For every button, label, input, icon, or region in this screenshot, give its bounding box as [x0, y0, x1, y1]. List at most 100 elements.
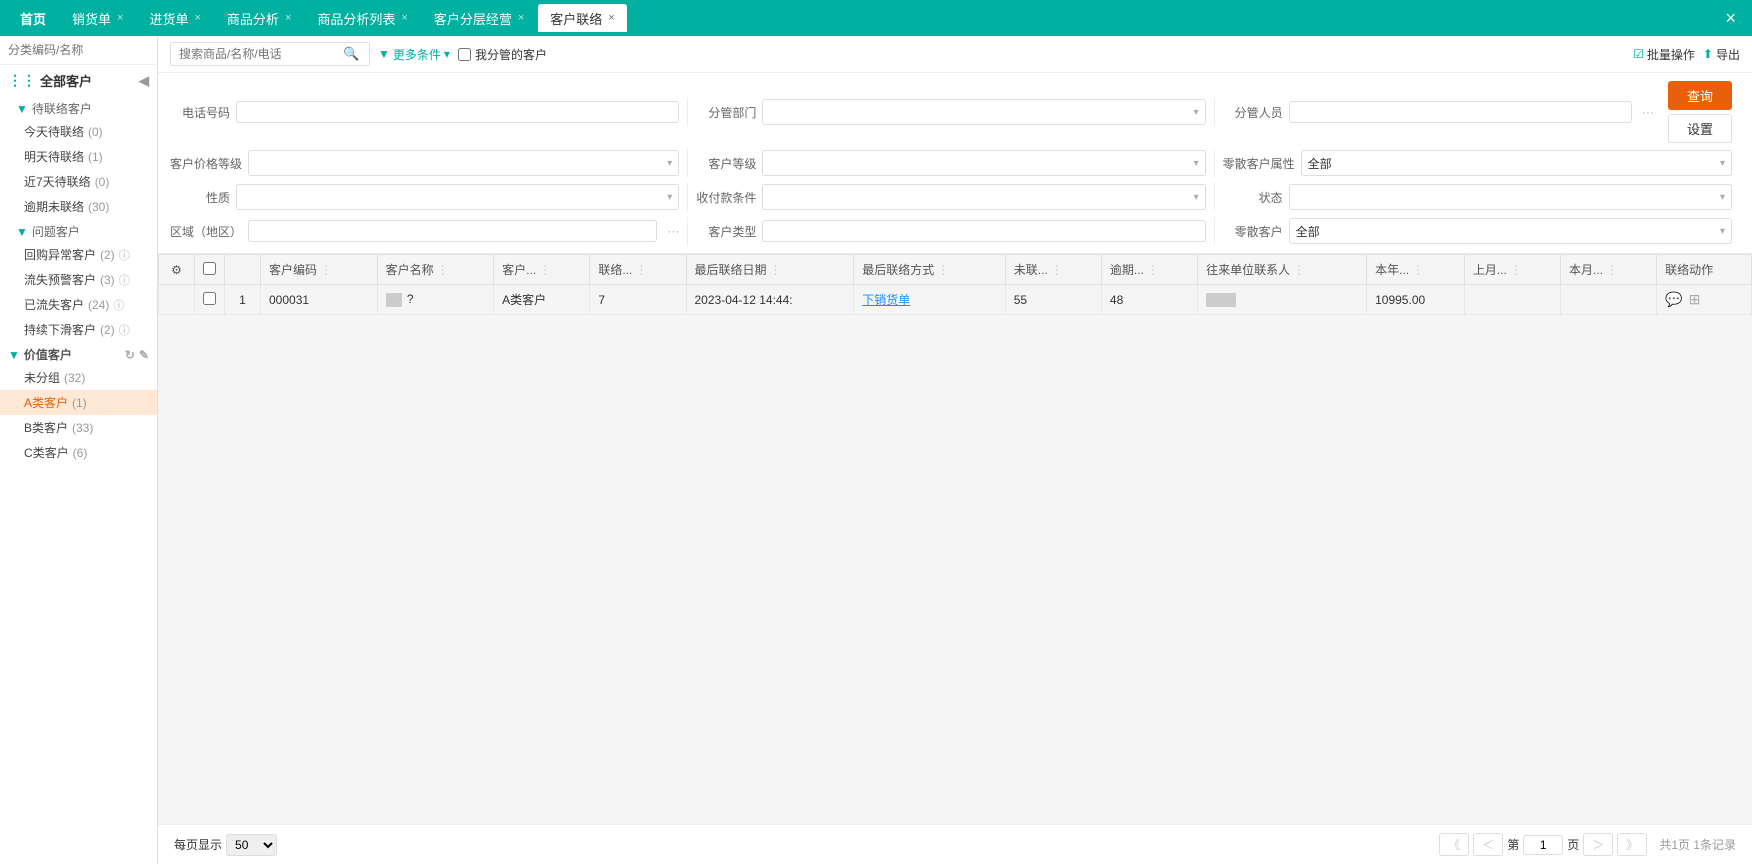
export-btn[interactable]: ⬆ 导出	[1703, 46, 1740, 63]
sidebar-item-c-class[interactable]: C类客户 (6)	[0, 440, 157, 465]
nav-tab-customer-contact[interactable]: 客户联络 ×	[538, 4, 626, 32]
sidebar-collapse-btn[interactable]: ◀	[139, 73, 149, 89]
nav-tab-sales-close[interactable]: ×	[117, 12, 123, 24]
th-contact[interactable]: 联络... ⋮	[590, 255, 686, 285]
nav-tab-sales[interactable]: 销货单 ×	[60, 4, 135, 32]
my-customers-checkbox[interactable]	[458, 48, 471, 61]
sidebar-all-customers[interactable]: ⋮⋮ 全部客户 ◀	[0, 65, 157, 96]
nav-tab-purchase-close[interactable]: ×	[194, 12, 200, 24]
th-settings[interactable]: ⚙	[159, 255, 195, 285]
filter-input-phone[interactable]	[236, 101, 679, 123]
sidebar-item-declining[interactable]: 持续下滑客户 (2) ⓘ	[0, 317, 157, 342]
sidebar-item-today-pending[interactable]: 今天待联络 (0)	[0, 119, 157, 144]
td-last-method[interactable]: 下销货单	[854, 285, 1006, 315]
filter-select-retail-attr[interactable]: 全部 ▾	[1301, 150, 1732, 176]
sidebar-item-churn-warning[interactable]: 流失预警客户 (3) ⓘ	[0, 267, 157, 292]
filter-input-manager[interactable]	[1289, 101, 1632, 123]
chat-icon[interactable]: 💬	[1665, 291, 1682, 308]
th-category[interactable]: 客户... ⋮	[494, 255, 590, 285]
top-right-actions: ☑ 批量操作 ⬆ 导出	[1633, 46, 1740, 63]
th-unit-contact-resize[interactable]: ⋮	[1293, 263, 1305, 277]
filter-select-retail[interactable]: 全部 ▾	[1289, 218, 1732, 244]
sidebar-item-ungrouped[interactable]: 未分组 (32)	[0, 365, 157, 390]
th-code[interactable]: 客户编码 ⋮	[261, 255, 378, 285]
filter-more-btn[interactable]: ▼ 更多条件 ▾	[378, 46, 450, 63]
my-customers-checkbox-wrap[interactable]: 我分管的客户	[458, 46, 547, 63]
th-last-month[interactable]: 上月... ⋮	[1464, 255, 1560, 285]
sidebar-item-a-class[interactable]: A类客户 (1)	[0, 390, 157, 415]
region-dots-btn[interactable]: ···	[667, 224, 679, 238]
filter-input-region[interactable]	[248, 220, 657, 242]
nav-tab-customer-layer[interactable]: 客户分层经营 ×	[422, 4, 536, 32]
sidebar-item-tomorrow-pending[interactable]: 明天待联络 (1)	[0, 144, 157, 169]
nav-tab-purchase[interactable]: 进货单 ×	[137, 4, 212, 32]
sidebar-item-churned[interactable]: 已流失客户 (24) ⓘ	[0, 292, 157, 317]
th-overdue[interactable]: 逾期... ⋮	[1101, 255, 1197, 285]
filter-select-payment[interactable]: ▾	[762, 184, 1205, 210]
filter-select-customer-level[interactable]: ▾	[762, 150, 1205, 176]
th-no-contact[interactable]: 未联... ⋮	[1005, 255, 1101, 285]
filter-select-dept[interactable]: ▾	[762, 99, 1205, 125]
nav-tab-analysis-close[interactable]: ×	[285, 12, 291, 24]
first-page-btn[interactable]: 《	[1439, 833, 1469, 856]
th-last-date[interactable]: 最后联络日期 ⋮	[686, 255, 854, 285]
th-this-year-resize[interactable]: ⋮	[1412, 263, 1424, 277]
filter-search-input[interactable]	[179, 47, 339, 61]
th-check[interactable]	[195, 255, 225, 285]
th-no-contact-resize[interactable]: ⋮	[1051, 263, 1063, 277]
page-input[interactable]	[1523, 835, 1563, 855]
th-this-year[interactable]: 本年... ⋮	[1367, 255, 1465, 285]
value-group-refresh-icon[interactable]: ↻	[125, 348, 135, 362]
search-btn[interactable]: 查询	[1668, 81, 1732, 110]
next-page-btn[interactable]: ＞	[1583, 833, 1613, 856]
th-category-resize[interactable]: ⋮	[539, 263, 551, 277]
th-last-month-resize[interactable]: ⋮	[1510, 263, 1522, 277]
last-page-btn[interactable]: 》	[1617, 833, 1647, 856]
td-check[interactable]	[195, 285, 225, 315]
th-last-method-resize[interactable]: ⋮	[937, 263, 949, 277]
sidebar-item-overdue-contact[interactable]: 逾期未联络 (30)	[0, 194, 157, 219]
settings-gear-icon[interactable]: ⚙	[171, 263, 182, 277]
filter-select-price-level[interactable]: ▾	[248, 150, 679, 176]
pagination-bar: 每页显示 50 100 200 《 ＜ 第 页 ＞ 》 共1页 1条记录	[158, 824, 1752, 864]
filter-select-status[interactable]: ▾	[1289, 184, 1732, 210]
prev-page-btn[interactable]: ＜	[1473, 833, 1503, 856]
nav-tab-analysis-list[interactable]: 商品分析列表 ×	[305, 4, 419, 32]
sidebar-item-b-class[interactable]: B类客户 (33)	[0, 415, 157, 440]
value-group-edit-icon[interactable]: ✎	[139, 348, 149, 362]
batch-op-btn[interactable]: ☑ 批量操作	[1633, 46, 1695, 63]
settings-btn[interactable]: 设置	[1668, 114, 1732, 143]
th-last-date-resize[interactable]: ⋮	[770, 263, 782, 277]
filter-input-customer-type[interactable]	[762, 220, 1205, 242]
th-contact-resize[interactable]: ⋮	[635, 263, 647, 277]
th-overdue-resize[interactable]: ⋮	[1147, 263, 1159, 277]
sidebar-item-7days-pending[interactable]: 近7天待联络 (0)	[0, 169, 157, 194]
td-name[interactable]: ?	[377, 285, 494, 315]
th-this-month[interactable]: 本月... ⋮	[1560, 255, 1656, 285]
nav-tab-analysis[interactable]: 商品分析 ×	[215, 4, 303, 32]
nav-tab-customer-contact-close[interactable]: ×	[608, 12, 614, 24]
th-name-resize[interactable]: ⋮	[437, 263, 449, 277]
filter-select-nature[interactable]: ▾	[236, 184, 679, 210]
sidebar-item-repurchase-abnormal[interactable]: 回购异常客户 (2) ⓘ	[0, 242, 157, 267]
th-code-resize[interactable]: ⋮	[320, 263, 332, 277]
qr-icon[interactable]: ⊞	[1689, 291, 1701, 308]
select-all-checkbox[interactable]	[203, 262, 216, 275]
info-icon-churn-warning: ⓘ	[119, 272, 130, 288]
page-size-select[interactable]: 50 100 200	[226, 834, 277, 856]
th-this-month-resize[interactable]: ⋮	[1606, 263, 1618, 277]
nav-tab-analysis-list-close[interactable]: ×	[401, 12, 407, 24]
close-all-tabs[interactable]: ×	[1717, 8, 1744, 29]
manager-dots-btn[interactable]: ···	[1642, 105, 1654, 119]
nav-tab-customer-layer-close[interactable]: ×	[518, 12, 524, 24]
th-name[interactable]: 客户名称 ⋮	[377, 255, 494, 285]
th-unit-contact[interactable]: 往来单位联系人 ⋮	[1198, 255, 1367, 285]
table-scroll-wrap[interactable]: ⚙ 客户编码 ⋮	[158, 254, 1752, 824]
row-checkbox[interactable]	[203, 292, 216, 305]
filter-search-icon[interactable]: 🔍	[343, 46, 359, 62]
th-last-method[interactable]: 最后联络方式 ⋮	[854, 255, 1006, 285]
td-code[interactable]: 000031	[261, 285, 378, 315]
nav-tab-home[interactable]: 首页	[8, 4, 58, 32]
sidebar: 🔍 ⋮⋮ 全部客户 ◀ ▼ 待联络客户 今天待联络 (0) 明天待联络 (1) …	[0, 36, 158, 864]
sidebar-search-input[interactable]	[8, 43, 158, 57]
